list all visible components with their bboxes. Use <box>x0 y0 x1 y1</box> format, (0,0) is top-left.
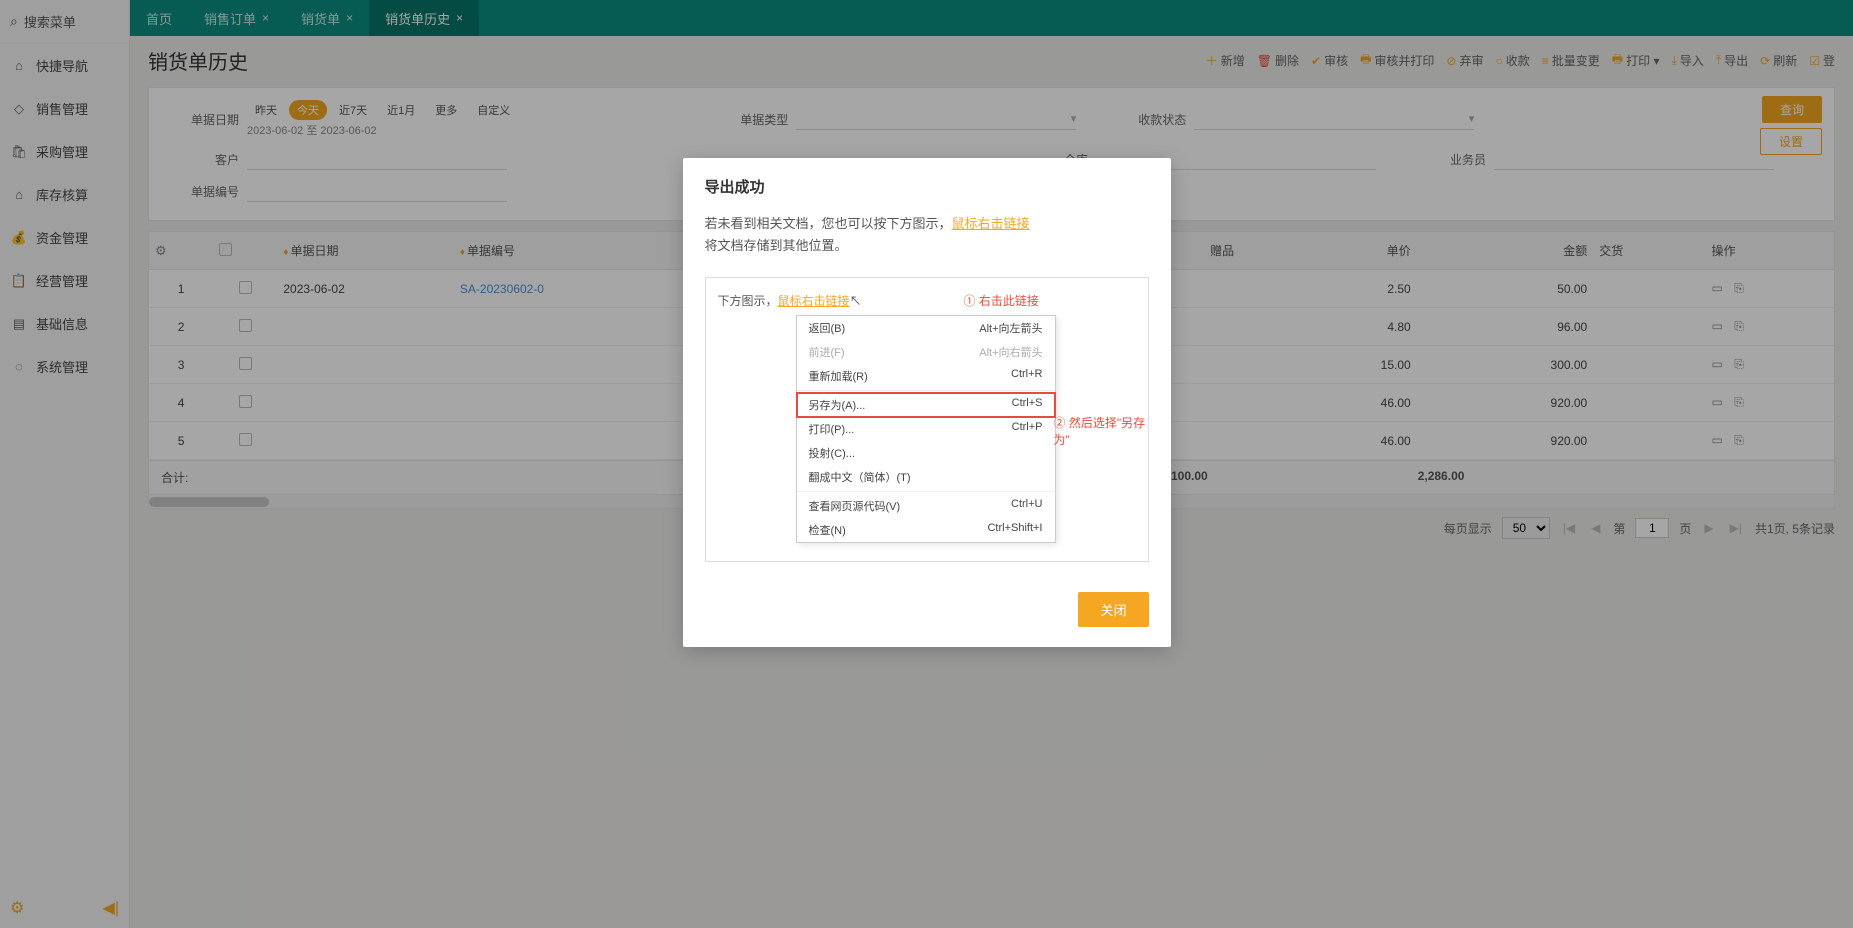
dialog-text-2: 将文档存储到其他位置。 <box>705 238 848 253</box>
cursor-icon: ↖ <box>850 294 862 308</box>
ctx-item: 前进(F) Alt+向右箭头 <box>797 340 1055 364</box>
ctx-shortcut: Alt+向左箭头 <box>979 320 1042 336</box>
ctx-label: 翻成中文（简体）(T) <box>809 469 911 485</box>
modal-overlay: 导出成功 若未看到相关文档，您也可以按下方图示，鼠标右击链接 将文档存储到其他位… <box>0 0 1853 928</box>
ctx-shortcut: Ctrl+R <box>1011 368 1042 384</box>
ctx-label: 前进(F) <box>809 344 845 360</box>
ctx-item: 另存为(A)... Ctrl+S <box>797 393 1055 417</box>
ctx-item: 翻成中文（简体）(T) <box>797 465 1055 489</box>
annotation-1: ① 右击此链接 <box>964 292 1039 309</box>
close-button[interactable]: 关闭 <box>1078 592 1148 627</box>
ctx-item: 打印(P)... Ctrl+P <box>797 417 1055 441</box>
ctx-item: 投射(C)... <box>797 441 1055 465</box>
ctx-item: 重新加载(R) Ctrl+R <box>797 364 1055 388</box>
ctx-label: 查看网页源代码(V) <box>809 498 901 514</box>
illus-link: 鼠标右击链接 <box>778 294 850 308</box>
export-success-dialog: 导出成功 若未看到相关文档，您也可以按下方图示，鼠标右击链接 将文档存储到其他位… <box>683 158 1171 647</box>
ctx-item: 查看网页源代码(V) Ctrl+U <box>797 494 1055 518</box>
context-menu-illus: 返回(B) Alt+向左箭头前进(F) Alt+向右箭头重新加载(R) Ctrl+R 另… <box>796 315 1056 543</box>
dialog-text-1a: 若未看到相关文档，您也可以按下方图示， <box>705 216 952 231</box>
ctx-label: 返回(B) <box>809 320 846 336</box>
illustration: 下方图示，鼠标右击链接↖ ① 右击此链接 返回(B) Alt+向左箭头前进(F) A… <box>705 277 1149 562</box>
annotation-2: ② 然后选择"另存为" <box>1054 414 1148 448</box>
ctx-shortcut: Ctrl+P <box>1012 421 1043 437</box>
illus-text-a: 下方图示， <box>718 294 778 308</box>
ctx-shortcut: Ctrl+Shift+I <box>987 522 1042 538</box>
ctx-shortcut: Ctrl+U <box>1011 498 1042 514</box>
ctx-shortcut: Ctrl+S <box>1012 397 1043 413</box>
ctx-label: 检查(N) <box>809 522 846 538</box>
ctx-item: 返回(B) Alt+向左箭头 <box>797 316 1055 340</box>
right-click-link[interactable]: 鼠标右击链接 <box>952 216 1030 231</box>
dialog-title: 导出成功 <box>683 158 1171 207</box>
ctx-item: 检查(N) Ctrl+Shift+I <box>797 518 1055 542</box>
ctx-label: 重新加载(R) <box>809 368 868 384</box>
ctx-label: 投射(C)... <box>809 445 855 461</box>
ctx-label: 另存为(A)... <box>809 397 866 413</box>
ctx-shortcut: Alt+向右箭头 <box>979 344 1042 360</box>
ctx-label: 打印(P)... <box>809 421 855 437</box>
